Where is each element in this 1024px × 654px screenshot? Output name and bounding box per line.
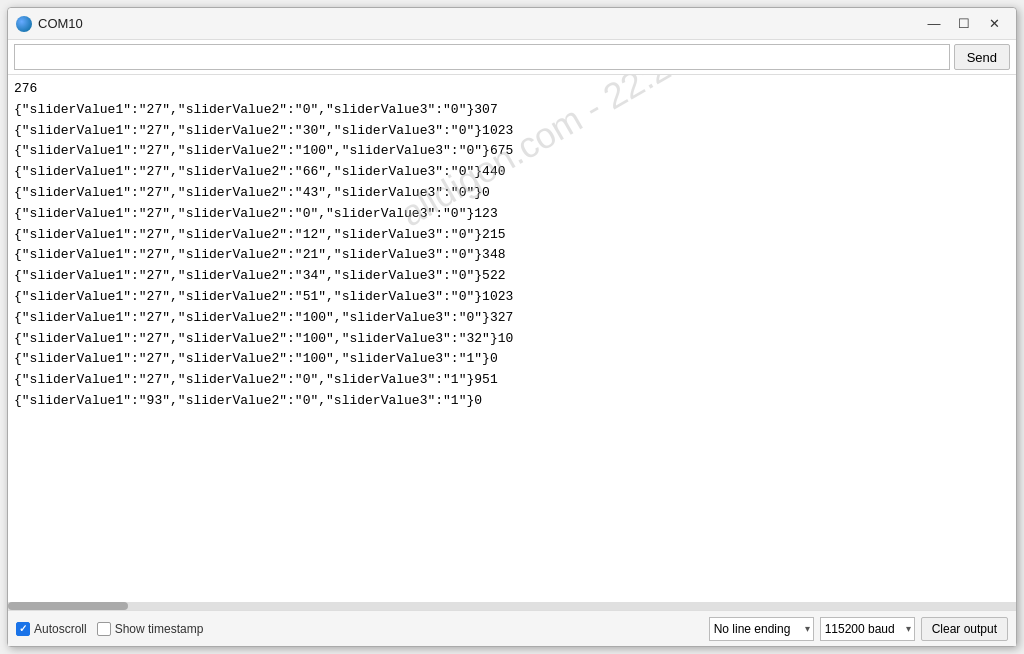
status-bar: Autoscroll Show timestamp No line ending… [8,610,1016,646]
output-line: {"sliderValue1":"27","sliderValue2":"0",… [14,204,1010,225]
line-ending-select[interactable]: No line ending Newline Carriage return B… [709,617,814,641]
show-timestamp-wrap[interactable]: Show timestamp [97,622,204,636]
status-right: No line ending Newline Carriage return B… [709,617,1008,641]
minimize-button[interactable]: — [920,12,948,36]
output-line: {"sliderValue1":"27","sliderValue2":"51"… [14,287,1010,308]
arduino-icon [16,16,32,32]
window-controls: — ☐ ✕ [920,12,1008,36]
autoscroll-label: Autoscroll [34,622,87,636]
message-input[interactable] [14,44,950,70]
output-line: {"sliderValue1":"27","sliderValue2":"43"… [14,183,1010,204]
baud-rate-select[interactable]: 300 baud 1200 baud 2400 baud 4800 baud 9… [820,617,915,641]
line-ending-select-wrap[interactable]: No line ending Newline Carriage return B… [709,617,814,641]
output-line: {"sliderValue1":"27","sliderValue2":"0",… [14,100,1010,121]
horizontal-scrollbar-thumb[interactable] [8,602,128,610]
title-bar: COM10 — ☐ ✕ [8,8,1016,40]
horizontal-scrollbar-track[interactable] [8,602,1016,610]
title-bar-left: COM10 [16,16,83,32]
output-line: 276 [14,79,1010,100]
clear-output-button[interactable]: Clear output [921,617,1008,641]
close-button[interactable]: ✕ [980,12,1008,36]
output-line: {"sliderValue1":"27","sliderValue2":"12"… [14,225,1010,246]
output-line: {"sliderValue1":"27","sliderValue2":"100… [14,308,1010,329]
output-line: {"sliderValue1":"27","sliderValue2":"0",… [14,370,1010,391]
send-button[interactable]: Send [954,44,1010,70]
show-timestamp-checkbox[interactable] [97,622,111,636]
output-line: {"sliderValue1":"27","sliderValue2":"30"… [14,121,1010,142]
output-line: {"sliderValue1":"27","sliderValue2":"21"… [14,245,1010,266]
show-timestamp-label: Show timestamp [115,622,204,636]
serial-monitor-window: COM10 — ☐ ✕ Send alldigon.com - 22:25 27… [7,7,1017,647]
autoscroll-wrap[interactable]: Autoscroll [16,622,87,636]
status-left: Autoscroll Show timestamp [16,622,697,636]
input-bar: Send [8,40,1016,75]
output-lines: 276{"sliderValue1":"27","sliderValue2":"… [14,79,1010,412]
output-line: {"sliderValue1":"93","sliderValue2":"0",… [14,391,1010,412]
output-line: {"sliderValue1":"27","sliderValue2":"66"… [14,162,1010,183]
serial-output[interactable]: alldigon.com - 22:25 276{"sliderValue1":… [8,75,1016,602]
output-line: {"sliderValue1":"27","sliderValue2":"100… [14,329,1010,350]
autoscroll-checkbox[interactable] [16,622,30,636]
output-line: {"sliderValue1":"27","sliderValue2":"100… [14,349,1010,370]
output-line: {"sliderValue1":"27","sliderValue2":"34"… [14,266,1010,287]
baud-rate-select-wrap[interactable]: 300 baud 1200 baud 2400 baud 4800 baud 9… [820,617,915,641]
window-title: COM10 [38,16,83,31]
maximize-button[interactable]: ☐ [950,12,978,36]
output-line: {"sliderValue1":"27","sliderValue2":"100… [14,141,1010,162]
